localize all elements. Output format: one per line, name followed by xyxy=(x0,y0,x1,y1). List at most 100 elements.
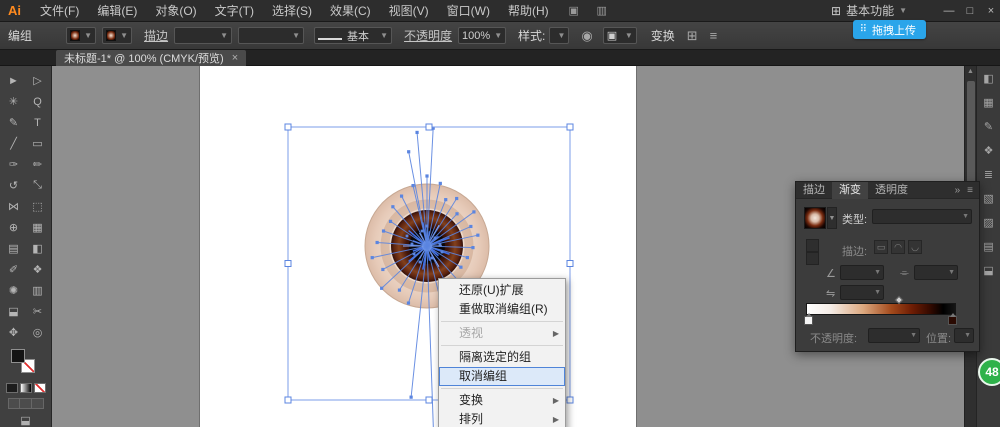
transparency-panel-icon[interactable]: ▨ xyxy=(977,210,1000,234)
pen-tool[interactable]: ✎ xyxy=(2,112,26,133)
gradient-slider-bar[interactable] xyxy=(806,303,956,315)
drawing-mode-buttons[interactable] xyxy=(0,398,51,409)
panel-opacity-field[interactable]: ▼ xyxy=(868,328,920,343)
color-panel-icon[interactable]: ◧ xyxy=(977,66,1000,90)
green-count-badge[interactable]: 48 xyxy=(978,358,1000,386)
context-menu-item[interactable]: 还原(U)扩展 xyxy=(439,281,565,300)
swatches-panel-icon[interactable]: ▦ xyxy=(977,90,1000,114)
transform-label[interactable]: 变换 xyxy=(651,27,675,44)
menu-item-7[interactable]: 窗口(W) xyxy=(438,0,499,22)
selection-handle[interactable] xyxy=(425,123,433,131)
document-layout-icon[interactable]: ▣ xyxy=(562,4,586,17)
selection-tool[interactable]: ► xyxy=(2,70,26,91)
perspective-grid-tool[interactable]: ▦ xyxy=(26,217,50,238)
gradient-button[interactable] xyxy=(19,383,32,393)
opacity-dropdown[interactable]: 100% ▼ xyxy=(458,27,507,44)
context-menu-item[interactable]: 透视 ▶ xyxy=(439,324,565,343)
slice-tool[interactable]: ✂ xyxy=(26,301,50,322)
panel-tab-描边[interactable]: 描边 xyxy=(796,182,832,199)
menu-item-3[interactable]: 文字(T) xyxy=(206,0,263,22)
artboard-tool[interactable]: ⬓ xyxy=(2,301,26,322)
tab-close-icon[interactable]: × xyxy=(232,52,238,64)
context-menu-item[interactable]: 隔离选定的组 xyxy=(439,348,565,367)
location-field[interactable]: ▼ xyxy=(954,328,974,343)
brush-definition-dropdown[interactable]: 基本 ▼ xyxy=(314,27,393,44)
screen-mode-button[interactable]: ⬓ xyxy=(0,414,51,427)
column-graph-tool[interactable]: ▥ xyxy=(26,280,50,301)
eyedropper-tool[interactable]: ✐ xyxy=(2,259,26,280)
stroke-across-icon[interactable]: ◡ xyxy=(908,240,922,254)
type-tool[interactable]: T xyxy=(26,112,50,133)
artboards-panel-icon[interactable]: ⬓ xyxy=(977,258,1000,282)
selection-handle[interactable] xyxy=(284,396,292,404)
style-dropdown[interactable]: ▼ xyxy=(549,27,570,44)
close-button[interactable]: × xyxy=(982,5,1000,17)
mesh-tool[interactable]: ▤ xyxy=(2,238,26,259)
reverse-field[interactable]: ▼ xyxy=(840,285,884,300)
stroke-within-icon[interactable]: ▭ xyxy=(874,240,888,254)
paintbrush-tool[interactable]: ✑ xyxy=(2,154,26,175)
shape-builder-tool[interactable]: ⊕ xyxy=(2,217,26,238)
stroke-panel-icon[interactable]: ≣ xyxy=(977,162,1000,186)
gradient-panel-icon[interactable]: ▧ xyxy=(977,186,1000,210)
document-setup-dropdown[interactable]: ▣ ▼ xyxy=(602,27,637,44)
collapse-panel-icon[interactable]: » xyxy=(955,185,961,196)
opacity-link[interactable]: 不透明度 xyxy=(404,27,452,44)
fill-swatch[interactable] xyxy=(11,349,25,363)
stroke-weight-dropdown[interactable]: ▼ xyxy=(174,27,233,44)
gradient-annotator-toggle[interactable] xyxy=(806,239,819,265)
fill-stroke-control[interactable] xyxy=(0,347,51,379)
symbols-panel-icon[interactable]: ❖ xyxy=(977,138,1000,162)
context-menu-item[interactable]: 排列 ▶ xyxy=(439,410,565,427)
symbol-sprayer-tool[interactable]: ✺ xyxy=(2,280,26,301)
menu-item-6[interactable]: 视图(V) xyxy=(380,0,438,22)
menu-item-5[interactable]: 效果(C) xyxy=(321,0,380,22)
pencil-tool[interactable]: ✏ xyxy=(26,154,50,175)
zoom-tool[interactable]: ◎ xyxy=(26,322,50,343)
width-tool[interactable]: ⋈ xyxy=(2,196,26,217)
recolor-artwork-icon[interactable]: ◉ xyxy=(581,28,592,44)
align-icon[interactable]: ⊞ xyxy=(687,28,698,44)
context-menu-item[interactable]: 取消编组 xyxy=(439,367,565,386)
brushes-panel-icon[interactable]: ✎ xyxy=(977,114,1000,138)
gradient-thumb-dropdown-icon[interactable]: ▼ xyxy=(827,207,837,229)
line-segment-tool[interactable]: ╱ xyxy=(2,133,26,154)
rotate-tool[interactable]: ↺ xyxy=(2,175,26,196)
type-dropdown[interactable]: ▼ xyxy=(872,209,972,224)
gradient-tool[interactable]: ◧ xyxy=(26,238,50,259)
hand-tool[interactable]: ✥ xyxy=(2,322,26,343)
rectangle-tool[interactable]: ▭ xyxy=(26,133,50,154)
reverse-gradient-icon[interactable]: ⇋ xyxy=(826,287,835,300)
restore-button[interactable]: □ xyxy=(961,5,979,17)
minimize-button[interactable]: — xyxy=(940,5,958,17)
selection-handle[interactable] xyxy=(284,260,292,267)
lasso-tool[interactable]: Q xyxy=(26,91,50,112)
selection-handle[interactable] xyxy=(284,123,292,131)
selection-handle[interactable] xyxy=(566,396,574,404)
menu-item-4[interactable]: 选择(S) xyxy=(263,0,321,22)
width-profile-dropdown[interactable]: ▼ xyxy=(238,27,305,44)
aspect-ratio-field[interactable]: ▼ xyxy=(914,265,958,280)
layers-panel-icon[interactable]: ▤ xyxy=(977,234,1000,258)
scale-tool[interactable]: ⤡ xyxy=(26,175,50,196)
context-menu-item[interactable]: 变换 ▶ xyxy=(439,391,565,410)
gradient-thumbnail[interactable] xyxy=(804,207,826,229)
arrange-documents-icon[interactable]: ▥ xyxy=(590,4,614,17)
selection-handle[interactable] xyxy=(566,260,574,267)
selection-handle[interactable] xyxy=(566,123,574,131)
free-transform-tool[interactable]: ⬚ xyxy=(26,196,50,217)
selection-handle[interactable] xyxy=(425,396,433,404)
panel-menu-icon[interactable]: ≡ xyxy=(967,185,973,196)
panel-options-icon[interactable]: ≡ xyxy=(710,28,718,43)
gradient-stop-right[interactable] xyxy=(948,313,957,325)
angle-field[interactable]: ▼ xyxy=(840,265,884,280)
direct-selection-tool[interactable]: ▷ xyxy=(26,70,50,91)
magic-wand-tool[interactable]: ✳ xyxy=(2,91,26,112)
menu-item-1[interactable]: 编辑(E) xyxy=(88,0,146,22)
color-button[interactable] xyxy=(5,383,18,393)
fill-color-dropdown[interactable]: ▼ xyxy=(66,27,97,44)
menu-item-2[interactable]: 对象(O) xyxy=(146,0,205,22)
stroke-link[interactable]: 描边 xyxy=(144,27,168,44)
menu-item-0[interactable]: 文件(F) xyxy=(31,0,88,22)
document-tab[interactable]: 未标题-1* @ 100% (CMYK/预览) × xyxy=(56,50,247,66)
